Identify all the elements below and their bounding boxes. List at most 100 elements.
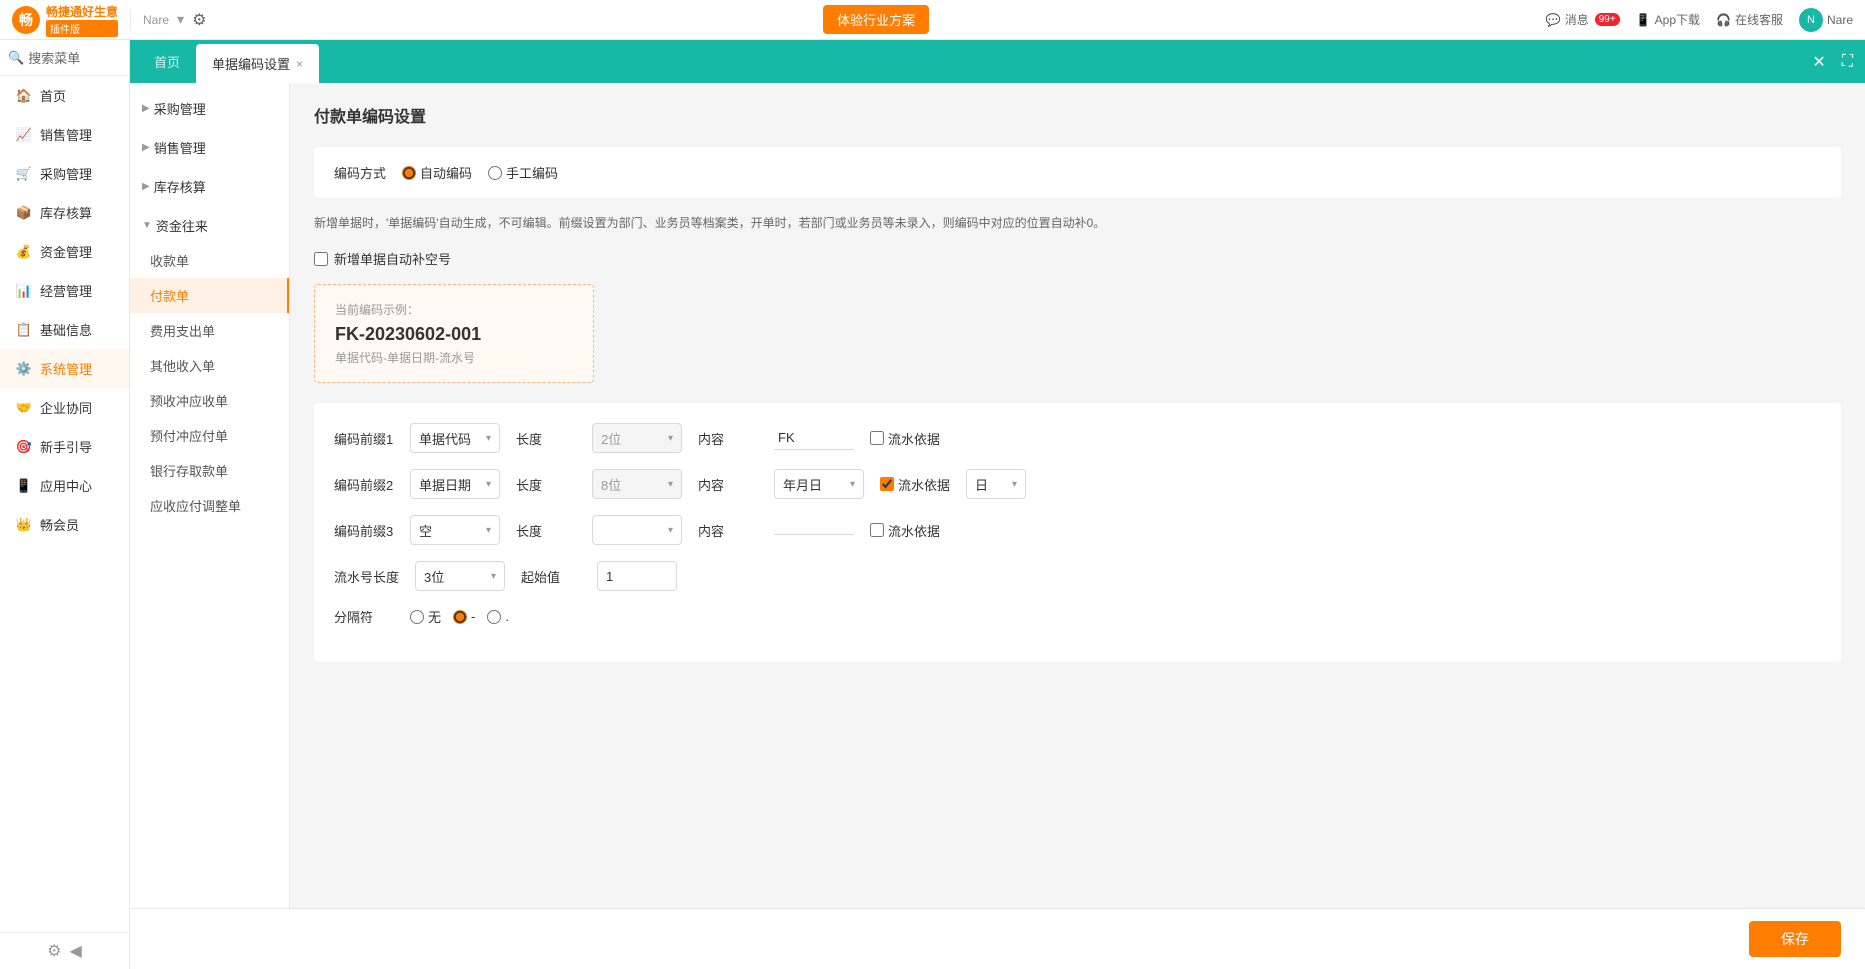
watermark2-checkbox[interactable] <box>880 477 894 491</box>
start-value-input[interactable] <box>597 561 677 591</box>
sidebar-item-apps[interactable]: 📱 应用中心 <box>0 466 129 505</box>
sidebar-item-member[interactable]: 👑 畅会员 <box>0 505 129 544</box>
sidebar-item-basic[interactable]: 📋 基础信息 <box>0 310 129 349</box>
length1-select[interactable]: 2位 ▾ <box>592 423 682 453</box>
message-icon: 💬 <box>1546 13 1561 27</box>
enterprise-icon: 🤝 <box>16 400 32 416</box>
sidebar-item-sales[interactable]: 📈 销售管理 <box>0 115 129 154</box>
prefix1-label: 编码前缀1 <box>334 429 394 448</box>
watermark3-checkbox[interactable] <box>870 523 884 537</box>
manual-code-radio[interactable] <box>488 166 502 180</box>
sidebar-item-inventory[interactable]: 📦 库存核算 <box>0 193 129 232</box>
tab-close-button[interactable]: ✕ <box>1808 48 1829 76</box>
sidebar-item-enterprise[interactable]: 🤝 企业协同 <box>0 388 129 427</box>
sep-none-radio[interactable] <box>410 610 424 624</box>
watermark1-checkbox-row[interactable]: 流水依据 <box>870 429 940 448</box>
content3-value <box>774 526 854 535</box>
radio-manual-code[interactable]: 手工编码 <box>488 163 558 182</box>
page-title: 付款单编码设置 <box>314 103 1841 127</box>
prefix3-select[interactable]: 空 ▾ <box>410 515 500 545</box>
watermark-period-select[interactable]: 日 ▾ <box>966 469 1026 499</box>
sidebar-item-guide[interactable]: 🎯 新手引导 <box>0 427 129 466</box>
sub-item-expense[interactable]: 费用支出单 <box>130 313 289 348</box>
sep-none[interactable]: 无 <box>410 607 441 626</box>
prefix1-select[interactable]: 单据代码 ▾ <box>410 423 500 453</box>
tab-close-icon[interactable]: × <box>296 57 303 71</box>
member-icon: 👑 <box>16 517 32 533</box>
guide-icon: 🎯 <box>16 439 32 455</box>
save-button[interactable]: 保存 <box>1749 921 1841 957</box>
basic-icon: 📋 <box>16 322 32 338</box>
content3-label: 内容 <box>698 521 758 540</box>
sub-item-prepay-recv[interactable]: 预收冲应收单 <box>130 383 289 418</box>
left-sidebar: 🔍 搜索菜单 🏠 首页 📈 销售管理 🛒 采购管理 📦 库存核算 💰 <box>0 40 130 969</box>
tab-maximize-button[interactable]: ⛶ <box>1838 49 1857 75</box>
main-content: 付款单编码设置 编码方式 自动编码 手工编码 <box>290 83 1865 908</box>
auto-code-radio[interactable] <box>402 166 416 180</box>
length2-select[interactable]: 8位 ▾ <box>592 469 682 499</box>
tab-home[interactable]: 首页 <box>138 42 196 81</box>
watermark3-checkbox-row[interactable]: 流水依据 <box>870 521 940 540</box>
length3-select[interactable]: ▾ <box>592 515 682 545</box>
sub-group-inventory-title[interactable]: ▶ 库存核算 <box>130 169 289 204</box>
sub-item-payable-adj[interactable]: 应收应付调整单 <box>130 488 289 523</box>
content2-select[interactable]: 年月日 ▾ <box>774 469 864 499</box>
online-service-button[interactable]: 🎧 在线客服 <box>1716 11 1783 28</box>
sub-group-fund-title[interactable]: ▼ 资金往来 <box>130 208 289 243</box>
sub-group-purchase-title[interactable]: ▶ 采购管理 <box>130 91 289 126</box>
form-row-separator: 分隔符 无 - . <box>334 607 1821 626</box>
top-bar: 畅 畅捷通好生意 插件版 Nare ▾ ⚙ 体验行业方案 💬 消息 99+ 📱 … <box>0 0 1865 40</box>
purchase-icon: 🛒 <box>16 166 32 182</box>
sidebar-item-system[interactable]: ⚙️ 系统管理 <box>0 349 129 388</box>
radio-auto-code[interactable]: 自动编码 <box>402 163 472 182</box>
sep-dash-radio[interactable] <box>453 610 467 624</box>
avatar: N <box>1799 8 1823 32</box>
bottom-bar: 保存 <box>130 908 1865 969</box>
auto-fill-checkbox[interactable] <box>314 252 328 266</box>
sep-dash[interactable]: - <box>453 609 475 624</box>
settings-icon[interactable]: ⚙ <box>192 10 206 30</box>
info-text: 新增单据时，'单据编码'自动生成，不可编辑。前缀设置为部门、业务员等档案类，开单… <box>314 214 1841 233</box>
sub-item-receipt[interactable]: 收款单 <box>130 243 289 278</box>
separator-label: 分隔符 <box>334 607 394 626</box>
dropdown-arrow-icon[interactable]: ▾ <box>177 11 184 28</box>
sub-item-prepay-pay[interactable]: 预付冲应付单 <box>130 418 289 453</box>
collapse-icon[interactable]: ◀ <box>70 941 82 961</box>
watermark2-checkbox-row[interactable]: 流水依据 <box>880 475 950 494</box>
sub-group-sales-title[interactable]: ▶ 销售管理 <box>130 130 289 165</box>
sep-dot-radio[interactable] <box>487 610 501 624</box>
message-button[interactable]: 💬 消息 99+ <box>1546 11 1620 28</box>
sub-group-fund: ▼ 资金往来 收款单 付款单 费用支出单 其他收入单 <box>130 208 289 523</box>
code-preview-box: 当前编码示例： FK-20230602-001 单据代码-单据日期-流水号 <box>314 284 594 383</box>
dropdown-arrow-icon: ▾ <box>486 525 491 536</box>
sidebar-item-home[interactable]: 🏠 首页 <box>0 76 129 115</box>
logo-text: 畅捷通好生意 插件版 <box>46 3 118 37</box>
sidebar-item-operation[interactable]: 📊 经营管理 <box>0 271 129 310</box>
divider <box>130 10 131 30</box>
top-bar-right: 💬 消息 99+ 📱 App下载 🎧 在线客服 N Nare <box>1546 8 1853 32</box>
trial-button[interactable]: 体验行业方案 <box>823 5 929 34</box>
fund-icon: 💰 <box>16 244 32 260</box>
length3-label: 长度 <box>516 521 576 540</box>
main-layout: 🔍 搜索菜单 🏠 首页 📈 销售管理 🛒 采购管理 📦 库存核算 💰 <box>0 40 1865 969</box>
sep-dot[interactable]: . <box>487 609 509 624</box>
app-download-button[interactable]: 📱 App下载 <box>1636 11 1700 28</box>
content-area: ▶ 采购管理 ▶ 销售管理 ▶ 库存核算 <box>130 83 1865 908</box>
user-avatar[interactable]: N Nare <box>1799 8 1853 32</box>
serial-length-select[interactable]: 3位 ▾ <box>415 561 505 591</box>
prefix2-select[interactable]: 单据日期 ▾ <box>410 469 500 499</box>
inventory-icon: 📦 <box>16 205 32 221</box>
sidebar-search[interactable]: 🔍 搜索菜单 <box>0 40 129 76</box>
sub-item-other-income[interactable]: 其他收入单 <box>130 348 289 383</box>
sales-icon: 📈 <box>16 127 32 143</box>
dropdown-arrow-icon: ▾ <box>668 433 673 444</box>
sub-item-bank[interactable]: 银行存取款单 <box>130 453 289 488</box>
code-preview-sub: 单据代码-单据日期-流水号 <box>335 349 573 366</box>
watermark1-checkbox[interactable] <box>870 431 884 445</box>
settings-bottom-icon[interactable]: ⚙ <box>47 941 61 961</box>
sidebar-item-fund[interactable]: 💰 资金管理 <box>0 232 129 271</box>
right-panel: 首页 单据编码设置 × ✕ ⛶ ▶ 采购管理 <box>130 40 1865 969</box>
sub-item-payment[interactable]: 付款单 <box>130 278 289 313</box>
tab-current[interactable]: 单据编码设置 × <box>196 44 319 83</box>
sidebar-item-purchase[interactable]: 🛒 采购管理 <box>0 154 129 193</box>
